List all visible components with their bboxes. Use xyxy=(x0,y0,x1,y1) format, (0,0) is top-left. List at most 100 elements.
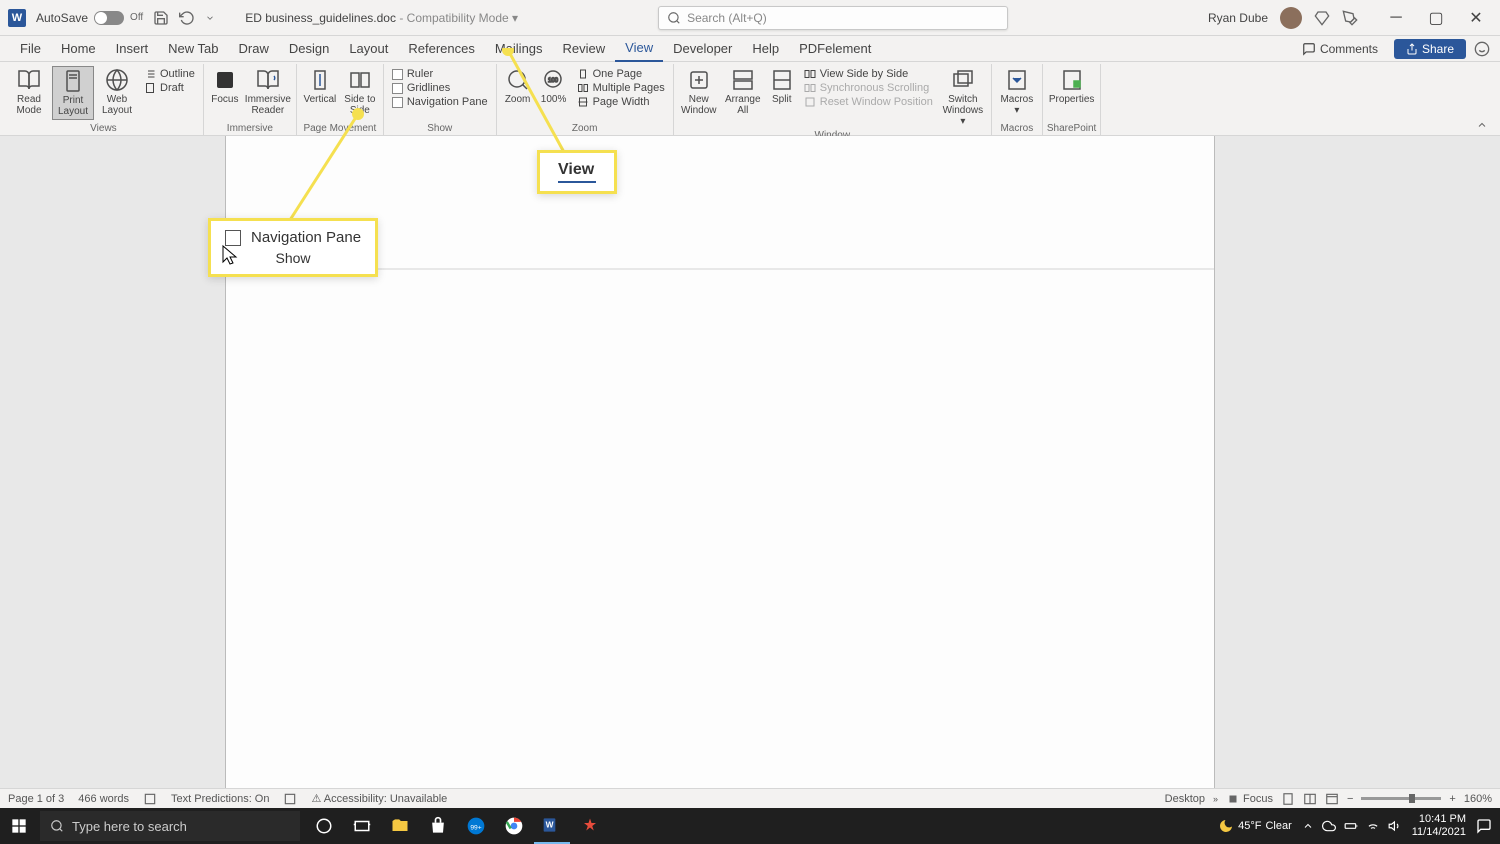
feedback-icon[interactable] xyxy=(1474,41,1490,57)
svg-text:99+: 99+ xyxy=(470,824,481,831)
pen-icon[interactable] xyxy=(1342,10,1358,26)
tab-pdfelement[interactable]: PDFelement xyxy=(789,36,881,62)
title-bar: W AutoSave Off ED business_guidelines.do… xyxy=(0,0,1500,36)
start-button[interactable] xyxy=(0,808,38,844)
tab-design[interactable]: Design xyxy=(279,36,339,62)
minimize-button[interactable]: ─ xyxy=(1380,6,1412,30)
focus-mode-button[interactable]: Focus xyxy=(1226,792,1273,806)
onedrive-icon[interactable] xyxy=(1322,819,1336,833)
synchronous-scrolling-button: Synchronous Scrolling xyxy=(804,82,933,94)
user-name[interactable]: Ryan Dube xyxy=(1208,11,1268,25)
web-layout-view-icon[interactable] xyxy=(1325,792,1339,806)
close-button[interactable]: ✕ xyxy=(1460,6,1492,30)
spellcheck-icon[interactable] xyxy=(143,792,157,806)
focus-button[interactable]: Focus xyxy=(208,66,242,107)
tab-draw[interactable]: Draw xyxy=(229,36,279,62)
page-indicator[interactable]: Page 1 of 3 xyxy=(8,793,64,805)
split-button[interactable]: Split xyxy=(766,66,798,107)
share-button[interactable]: Share xyxy=(1394,39,1466,59)
immersive-group-label: Immersive xyxy=(227,122,273,135)
macros-button[interactable]: Macros ▾ xyxy=(996,66,1038,118)
app-taskbar-icon[interactable] xyxy=(572,808,608,844)
edge-taskbar-icon[interactable]: 99+ xyxy=(458,808,494,844)
avatar[interactable] xyxy=(1280,7,1302,29)
word-count[interactable]: 466 words xyxy=(78,793,129,805)
tab-view[interactable]: View xyxy=(615,36,663,62)
qat-dropdown-icon[interactable] xyxy=(205,10,215,26)
side-to-side-button[interactable]: Side to Side xyxy=(341,66,379,118)
zoom-in-button[interactable]: + xyxy=(1449,793,1455,805)
zoom-button[interactable]: Zoom xyxy=(501,66,535,107)
battery-icon[interactable] xyxy=(1344,819,1358,833)
tab-review[interactable]: Review xyxy=(553,36,616,62)
comments-button[interactable]: Comments xyxy=(1294,40,1386,58)
search-input[interactable]: Search (Alt+Q) xyxy=(658,6,1008,30)
switch-windows-button[interactable]: Switch Windows ▾ xyxy=(939,66,987,129)
weather-widget[interactable]: 45°F Clear xyxy=(1218,818,1292,834)
vertical-button[interactable]: Vertical xyxy=(301,66,339,107)
clock[interactable]: 10:41 PM 11/14/2021 xyxy=(1412,813,1466,839)
zoom-out-button[interactable]: − xyxy=(1347,793,1353,805)
svg-text:W: W xyxy=(546,820,554,830)
tab-home[interactable]: Home xyxy=(51,36,106,62)
store-taskbar-icon[interactable] xyxy=(420,808,456,844)
zoom-percent[interactable]: 160% xyxy=(1464,793,1492,805)
group-sharepoint: Properties SharePoint xyxy=(1043,64,1101,135)
desktop-label[interactable]: Desktop xyxy=(1165,793,1205,805)
arrange-all-button[interactable]: Arrange All xyxy=(722,66,764,118)
moon-icon xyxy=(1218,818,1234,834)
autosave-state: Off xyxy=(130,12,143,23)
diamond-icon[interactable] xyxy=(1314,10,1330,26)
autosave-switch-icon[interactable] xyxy=(94,11,124,25)
navigation-pane-checkbox[interactable]: Navigation Pane xyxy=(392,96,488,108)
tab-help[interactable]: Help xyxy=(742,36,789,62)
immersive-reader-button[interactable]: Immersive Reader xyxy=(244,66,292,118)
maximize-button[interactable]: ▢ xyxy=(1420,6,1452,30)
zoom-100-button[interactable]: 100 100% xyxy=(537,66,571,107)
ruler-checkbox[interactable]: Ruler xyxy=(392,68,488,80)
new-window-button[interactable]: New Window xyxy=(678,66,720,118)
svg-text:100: 100 xyxy=(548,78,559,84)
notifications-icon[interactable] xyxy=(1476,818,1492,834)
undo-icon[interactable] xyxy=(179,10,195,26)
save-icon[interactable] xyxy=(153,10,169,26)
ribbon-collapse-button[interactable] xyxy=(1468,64,1496,135)
draft-button[interactable]: Draft xyxy=(144,82,195,94)
tab-newtab[interactable]: New Tab xyxy=(158,36,228,62)
gridlines-checkbox[interactable]: Gridlines xyxy=(392,82,488,94)
text-predictions[interactable]: Text Predictions: On xyxy=(171,793,269,805)
word-taskbar-icon[interactable]: W xyxy=(534,808,570,844)
task-view-icon[interactable] xyxy=(344,808,380,844)
globe-icon xyxy=(105,68,129,92)
outline-button[interactable]: Outline xyxy=(144,68,195,80)
one-page-button[interactable]: One Page xyxy=(577,68,665,80)
tab-mailings[interactable]: Mailings xyxy=(485,36,553,62)
print-layout-button[interactable]: Print Layout xyxy=(52,66,94,120)
tab-insert[interactable]: Insert xyxy=(106,36,159,62)
tray-chevron-icon[interactable] xyxy=(1302,820,1314,832)
page-width-button[interactable]: Page Width xyxy=(577,96,665,108)
accessibility-status[interactable]: ⚠ Accessibility: Unavailable xyxy=(311,792,447,805)
autosave-toggle[interactable]: AutoSave Off xyxy=(36,11,143,25)
zoom-group-label: Zoom xyxy=(572,122,598,135)
tab-file[interactable]: File xyxy=(10,36,51,62)
print-layout-view-icon[interactable] xyxy=(1281,792,1295,806)
web-layout-button[interactable]: Web Layout xyxy=(96,66,138,118)
properties-button[interactable]: Properties xyxy=(1048,66,1096,107)
tab-references[interactable]: References xyxy=(398,36,484,62)
tab-layout[interactable]: Layout xyxy=(339,36,398,62)
chrome-taskbar-icon[interactable] xyxy=(496,808,532,844)
view-side-by-side-button[interactable]: View Side by Side xyxy=(804,68,933,80)
language-icon[interactable] xyxy=(283,792,297,806)
multiple-pages-button[interactable]: Multiple Pages xyxy=(577,82,665,94)
volume-icon[interactable] xyxy=(1388,819,1402,833)
explorer-taskbar-icon[interactable] xyxy=(382,808,418,844)
switch-icon xyxy=(951,68,975,92)
wifi-icon[interactable] xyxy=(1366,819,1380,833)
read-mode-view-icon[interactable] xyxy=(1303,792,1317,806)
cortana-icon[interactable] xyxy=(306,808,342,844)
taskbar-search[interactable]: Type here to search xyxy=(40,811,300,841)
tab-developer[interactable]: Developer xyxy=(663,36,742,62)
read-mode-button[interactable]: Read Mode xyxy=(8,66,50,118)
zoom-slider[interactable] xyxy=(1361,797,1441,800)
